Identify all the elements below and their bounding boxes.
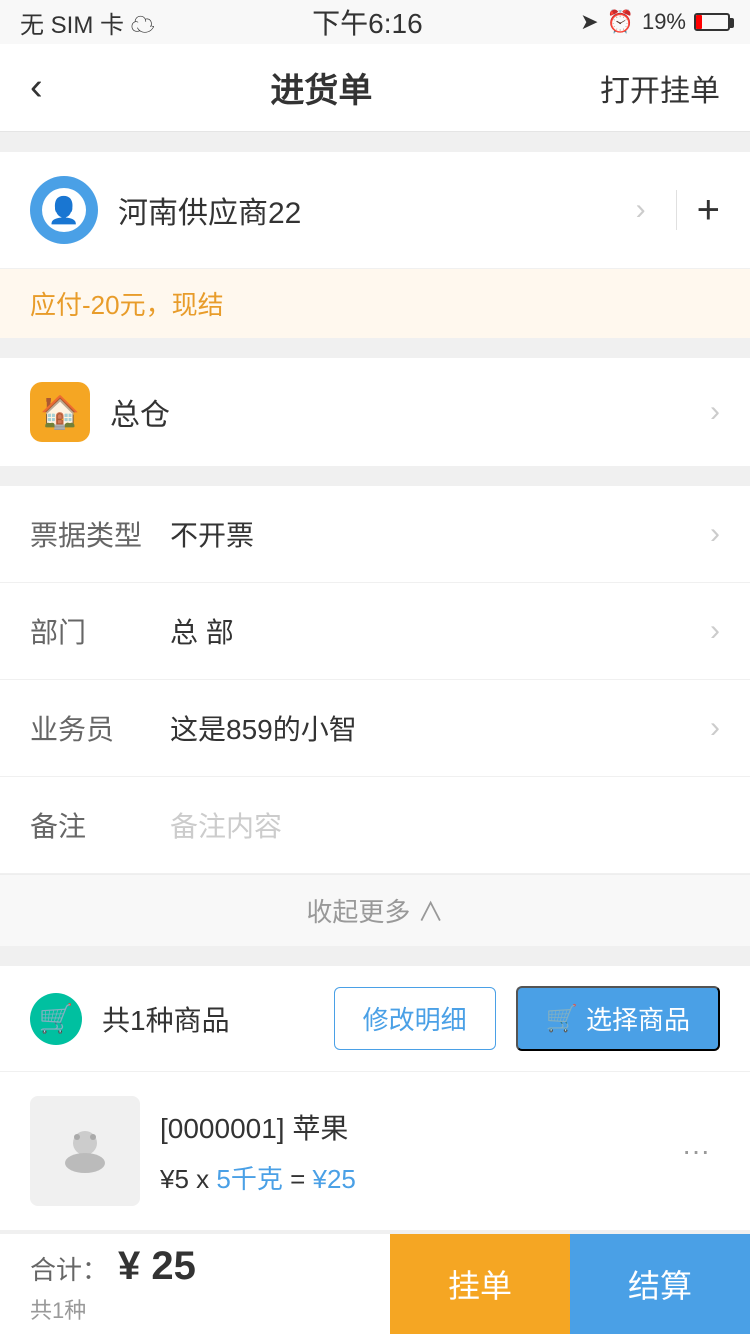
invoice-label: 票据类型 [30, 514, 150, 554]
product-code: [0000001] [160, 1113, 285, 1144]
staff-row[interactable]: 业务员 这是859的小智 › [0, 680, 750, 777]
battery-icon [694, 13, 730, 31]
battery-level: 19% [642, 9, 686, 35]
edit-detail-button[interactable]: 修改明细 [334, 987, 496, 1050]
nav-bar: ‹ 进货单 打开挂单 [0, 44, 750, 132]
invoice-row[interactable]: 票据类型 不开票 › [0, 486, 750, 583]
status-bar: 无 SIM 卡 ☁ 下午6:16 ➤ ⏰ 19% [0, 0, 750, 44]
form-card: 票据类型 不开票 › 部门 总 部 › 业务员 这是859的小智 › 备注 备注… [0, 486, 750, 874]
warehouse-name: 总仓 [110, 390, 710, 434]
section-gap-1 [0, 132, 750, 152]
total-amount: ¥ 25 [118, 1244, 196, 1289]
alarm-icon: ⏰ [607, 9, 634, 35]
open-hang-button[interactable]: 打开挂单 [600, 66, 720, 110]
total-label: 合计： ¥ 25 [30, 1244, 360, 1289]
bottom-bar: 合计： ¥ 25 共1种 挂单 结算 [0, 1234, 750, 1334]
staff-chevron-icon: › [710, 711, 720, 745]
remark-label: 备注 [30, 805, 150, 845]
signal-text: 无 SIM 卡 ☁ [20, 5, 155, 40]
cart-icon: 🛒 [546, 1003, 578, 1034]
product-title: 苹果 [292, 1113, 348, 1144]
product-multiply: x [196, 1164, 216, 1194]
warehouse-row[interactable]: 🏠 总仓 › [0, 358, 750, 466]
status-left: 无 SIM 卡 ☁ [20, 5, 155, 40]
checkout-button[interactable]: 结算 [570, 1234, 750, 1334]
product-equals: = [290, 1164, 312, 1194]
product-price: ¥5 x 5千克 = ¥25 [160, 1159, 652, 1196]
supplier-info-banner: 应付-20元，现结 [0, 269, 750, 338]
products-icon: 🛒 [30, 993, 82, 1045]
warehouse-chevron-icon: › [710, 395, 720, 429]
select-product-label: 选择商品 [586, 1000, 690, 1037]
hang-button[interactable]: 挂单 [390, 1234, 570, 1334]
invoice-value: 不开票 [150, 514, 710, 554]
product-item: [0000001] 苹果 ¥5 x 5千克 = ¥25 ··· [0, 1071, 750, 1230]
product-qty: 5千克 [216, 1164, 282, 1194]
staff-value: 这是859的小智 [150, 708, 710, 748]
supplier-card: 👤 河南供应商22 › + 应付-20元，现结 [0, 152, 750, 338]
status-time: 下午6:16 [312, 2, 423, 42]
section-gap-2 [0, 338, 750, 358]
total-count: 共1种 [30, 1293, 360, 1325]
supplier-chevron-icon: › [636, 193, 646, 227]
warehouse-icon: 🏠 [30, 382, 90, 442]
product-menu-button[interactable]: ··· [672, 1125, 720, 1177]
supplier-avatar: 👤 [30, 176, 98, 244]
product-total: ¥25 [313, 1164, 356, 1194]
product-info: [0000001] 苹果 ¥5 x 5千克 = ¥25 [160, 1107, 652, 1196]
remark-row[interactable]: 备注 备注内容 [0, 777, 750, 874]
section-gap-3 [0, 466, 750, 486]
back-button[interactable]: ‹ [30, 66, 43, 109]
location-icon: ➤ [580, 9, 598, 35]
product-thumbnail [30, 1096, 140, 1206]
select-product-button[interactable]: 🛒 选择商品 [516, 986, 720, 1051]
dept-value: 总 部 [150, 611, 710, 651]
collapse-bar[interactable]: 收起更多 ∧ [0, 874, 750, 946]
products-card: 🛒 共1种商品 修改明细 🛒 选择商品 [0000001] 苹果 ¥5 x [0, 966, 750, 1230]
products-count: 共1种商品 [102, 999, 314, 1039]
status-right: ➤ ⏰ 19% [580, 9, 730, 35]
products-header: 🛒 共1种商品 修改明细 🛒 选择商品 [0, 966, 750, 1071]
staff-label: 业务员 [30, 708, 150, 748]
total-section: 合计： ¥ 25 共1种 [0, 1244, 390, 1325]
section-gap-4 [0, 946, 750, 966]
product-name: [0000001] 苹果 [160, 1107, 652, 1147]
dept-chevron-icon: › [710, 614, 720, 648]
supplier-avatar-icon: 👤 [42, 188, 86, 232]
add-supplier-button[interactable]: + [697, 188, 720, 233]
warehouse-card: 🏠 总仓 › [0, 358, 750, 466]
supplier-name: 河南供应商22 [118, 188, 636, 232]
product-unit-price: ¥5 [160, 1164, 189, 1194]
total-text: 合计： [30, 1250, 108, 1287]
dept-row[interactable]: 部门 总 部 › [0, 583, 750, 680]
page-title: 进货单 [270, 63, 372, 112]
remark-input[interactable]: 备注内容 [150, 805, 720, 845]
supplier-row[interactable]: 👤 河南供应商22 › + [0, 152, 750, 269]
supplier-divider [676, 190, 677, 230]
invoice-chevron-icon: › [710, 517, 720, 551]
dept-label: 部门 [30, 611, 150, 651]
